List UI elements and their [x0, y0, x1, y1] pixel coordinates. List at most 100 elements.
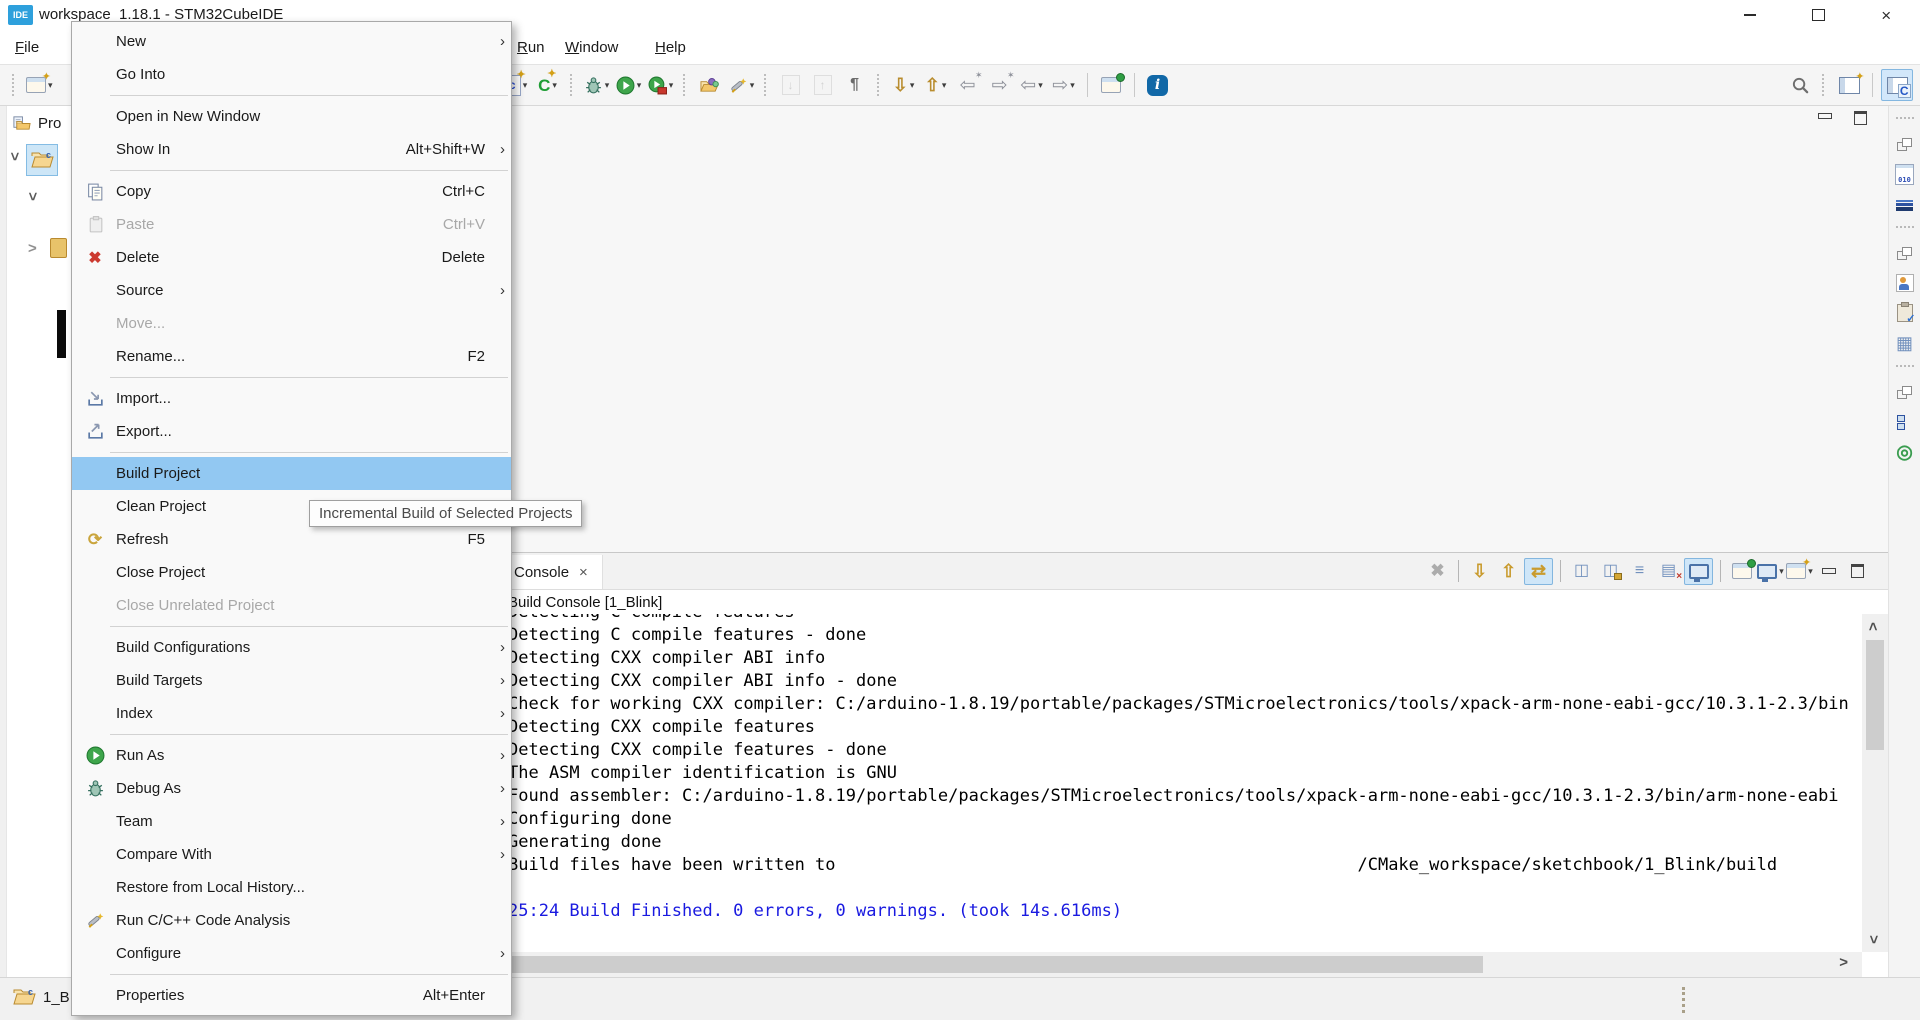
- drag-handle-icon[interactable]: [682, 74, 688, 96]
- minimize-view-button[interactable]: [1818, 113, 1832, 119]
- dropdown-caret-icon[interactable]: ▾: [605, 80, 610, 91]
- show-whitespace-button[interactable]: ¶: [840, 70, 870, 100]
- menu-item-rename[interactable]: Rename... F2: [72, 340, 511, 373]
- drag-handle-icon[interactable]: [12, 74, 17, 96]
- search-wand-button[interactable]: ▾: [727, 70, 757, 100]
- menu-item-import[interactable]: Import...: [72, 382, 511, 415]
- back-button[interactable]: ⇦ ▾: [1017, 70, 1047, 100]
- horizontal-scrollbar[interactable]: >: [500, 952, 1862, 977]
- open-console-button[interactable]: ✦ ▾: [1786, 557, 1813, 584]
- drag-handle-icon[interactable]: [876, 74, 882, 96]
- scrollbar-thumb[interactable]: [1866, 640, 1884, 750]
- previous-edit-button[interactable]: ⇧ ▾: [921, 70, 951, 100]
- forward-star-button[interactable]: ⇨ ✶: [985, 70, 1015, 100]
- dropdown-caret-icon[interactable]: ▾: [637, 80, 642, 91]
- menu-item-source[interactable]: Source ›: [72, 274, 511, 307]
- menu-item-export[interactable]: Export...: [72, 415, 511, 448]
- menu-item-delete[interactable]: ✖ Delete Delete: [72, 241, 511, 274]
- drag-handle-icon[interactable]: [763, 74, 769, 96]
- registers-view-button[interactable]: [1893, 411, 1917, 433]
- menu-item-run-c-c-code-analysis[interactable]: Run C/C++ Code Analysis: [72, 904, 511, 937]
- scrollbar-thumb[interactable]: [502, 956, 1483, 973]
- word-wrap-button[interactable]: ≡: [1626, 559, 1653, 584]
- drag-handle-icon[interactable]: [1895, 117, 1914, 122]
- expand-chevron-icon[interactable]: >: [6, 152, 23, 161]
- console-tab[interactable]: Console ×: [500, 555, 603, 589]
- memory-view-button[interactable]: 010: [1893, 163, 1917, 185]
- info-button[interactable]: i: [1143, 70, 1173, 100]
- menu-item-index[interactable]: Index ›: [72, 697, 511, 730]
- minimize-button[interactable]: [1716, 0, 1784, 30]
- dropdown-caret-icon[interactable]: ▾: [523, 80, 528, 91]
- menu-item-go-into[interactable]: Go Into: [72, 58, 511, 91]
- back-star-button[interactable]: ⇦ ✶: [953, 70, 983, 100]
- cpp-perspective-button[interactable]: C: [1881, 69, 1913, 101]
- drag-handle-icon[interactable]: [1895, 365, 1914, 370]
- next-annotation-button[interactable]: ↓: [776, 70, 806, 100]
- pin-console-button[interactable]: [1684, 557, 1713, 585]
- close-button[interactable]: ×: [1852, 0, 1920, 30]
- menu-item-refresh[interactable]: ⟳ Refresh F5: [72, 523, 511, 556]
- console-output[interactable]: Detecting C compile featuresDetecting C …: [500, 614, 1862, 952]
- dropdown-caret-icon[interactable]: ▾: [1779, 566, 1784, 577]
- statusbar-handle[interactable]: [1682, 987, 1688, 1013]
- next-edit-button[interactable]: ⇩ ▾: [889, 70, 919, 100]
- menu-run[interactable]: Run: [514, 30, 548, 64]
- run-button[interactable]: ▾: [614, 70, 644, 100]
- pin-button[interactable]: [1728, 559, 1756, 584]
- restore-views-button[interactable]: [1893, 133, 1917, 155]
- next-console-button[interactable]: ⇩: [1466, 559, 1493, 584]
- menu-item-open-in-new-window[interactable]: Open in New Window: [72, 100, 511, 133]
- dropdown-caret-icon[interactable]: ▾: [750, 80, 755, 91]
- search-button[interactable]: [1785, 70, 1815, 100]
- project-explorer-tab[interactable]: Pro: [12, 114, 61, 133]
- switch-console-button[interactable]: ⇄: [1524, 557, 1553, 585]
- close-icon[interactable]: ×: [579, 564, 588, 581]
- pin-editor-button[interactable]: [1096, 70, 1126, 100]
- menu-item-properties[interactable]: Properties Alt+Enter: [72, 979, 511, 1012]
- scroll-up-icon[interactable]: >: [1865, 622, 1882, 631]
- restore-views-button[interactable]: [1893, 242, 1917, 264]
- scroll-lock-locked-button[interactable]: ◫: [1597, 559, 1624, 584]
- menu-item-configure[interactable]: Configure ›: [72, 937, 511, 970]
- menu-item-move[interactable]: Move...: [72, 307, 511, 340]
- menu-item-new[interactable]: New ›: [72, 25, 511, 58]
- restore-views-button[interactable]: [1893, 381, 1917, 403]
- menu-item-compare-with[interactable]: Compare With ›: [72, 838, 511, 871]
- drag-handle-icon[interactable]: [569, 74, 575, 96]
- dropdown-caret-icon[interactable]: ▾: [1038, 80, 1043, 91]
- dropdown-caret-icon[interactable]: ▾: [942, 80, 947, 91]
- maximize-view-button[interactable]: [1854, 111, 1867, 125]
- dropdown-caret-icon[interactable]: ▾: [552, 80, 557, 91]
- menu-item-build-project[interactable]: Build Project: [72, 457, 511, 490]
- maximize-button[interactable]: [1784, 0, 1852, 30]
- selected-project-item[interactable]: c: [26, 144, 58, 176]
- scroll-down-icon[interactable]: >: [1865, 935, 1882, 944]
- run-external-button[interactable]: ▾: [646, 70, 676, 100]
- previous-annotation-button[interactable]: ↑: [808, 70, 838, 100]
- menu-file[interactable]: File: [12, 30, 42, 64]
- menu-item-run-as[interactable]: Run As ›: [72, 739, 511, 772]
- new-wizard-button[interactable]: ✦ ▾: [24, 70, 55, 100]
- target-view-button[interactable]: ◎: [1893, 441, 1917, 463]
- tasks-view-button[interactable]: [1893, 302, 1917, 325]
- dropdown-caret-icon[interactable]: ▾: [1070, 80, 1075, 91]
- stack-analyzer-button[interactable]: [1893, 272, 1917, 294]
- forward-button[interactable]: ⇨ ▾: [1049, 70, 1079, 100]
- terminate-button[interactable]: ✖: [1424, 559, 1451, 584]
- maximize-view-button[interactable]: [1844, 559, 1871, 584]
- clear-console-button[interactable]: ▤ ×: [1655, 559, 1682, 584]
- menu-item-show-in[interactable]: Show In Alt+Shift+W ›: [72, 133, 511, 166]
- display-console-button[interactable]: ▾: [1757, 559, 1784, 584]
- dropdown-caret-icon[interactable]: ▾: [669, 80, 674, 91]
- debug-button[interactable]: ▾: [582, 70, 612, 100]
- menu-item-close-project[interactable]: Close Project: [72, 556, 511, 589]
- previous-console-button[interactable]: ⇧: [1495, 559, 1522, 584]
- minimize-view-button[interactable]: [1815, 559, 1842, 584]
- drag-handle-icon[interactable]: [1822, 74, 1827, 96]
- expand-chevron-icon[interactable]: >: [24, 192, 41, 201]
- generate-code-button[interactable]: C ✦ ▾: [533, 68, 563, 100]
- menu-window[interactable]: Window: [562, 30, 621, 64]
- build-analyzer-button[interactable]: [1893, 193, 1917, 215]
- menu-item-team[interactable]: Team ›: [72, 805, 511, 838]
